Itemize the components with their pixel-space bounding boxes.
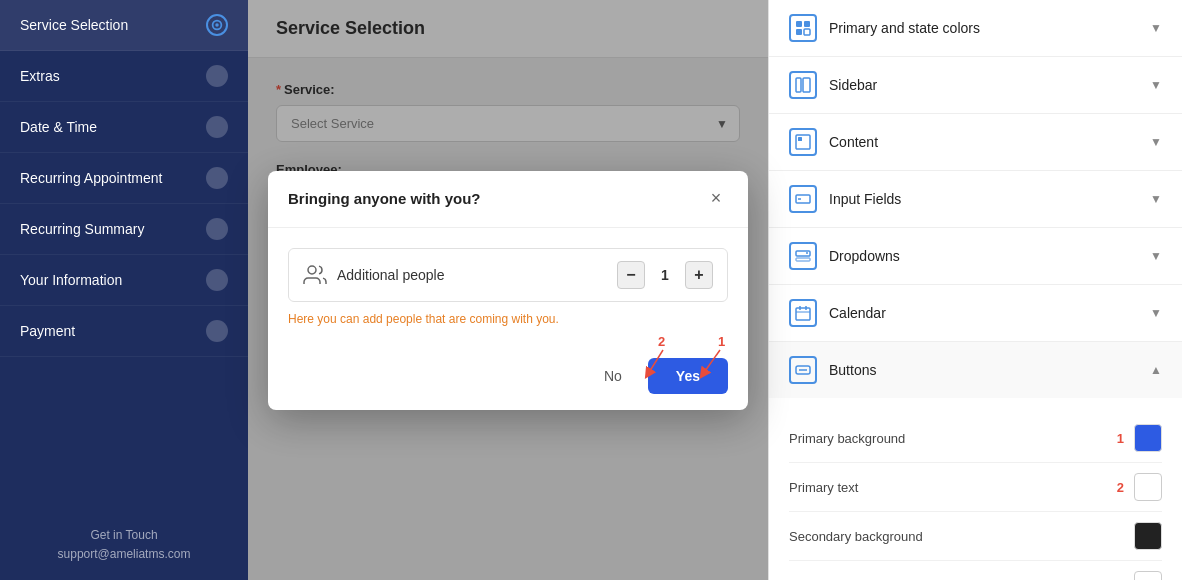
right-section-primary-colors: Primary and state colors ▼ xyxy=(769,0,1182,57)
input-fields-section-title: Input Fields xyxy=(829,191,901,207)
secondary-background-label: Secondary background xyxy=(789,529,923,544)
content-section-header[interactable]: Content ▼ xyxy=(769,114,1182,170)
modal-yes-button[interactable]: Yes xyxy=(648,358,728,394)
sidebar-dot-extras xyxy=(206,65,228,87)
svg-point-2 xyxy=(308,266,316,274)
right-section-buttons: Buttons ▲ Primary background 1 Primary t… xyxy=(769,342,1182,580)
svg-rect-13 xyxy=(796,135,810,149)
primary-text-row: Primary text 2 xyxy=(789,463,1162,512)
sidebar-dot-recurring-summary xyxy=(206,218,228,240)
calendar-section-title: Calendar xyxy=(829,305,886,321)
secondary-text-swatch[interactable] xyxy=(1134,571,1162,580)
right-section-dropdowns: Dropdowns ▼ xyxy=(769,228,1182,285)
primary-text-swatch[interactable] xyxy=(1134,473,1162,501)
secondary-background-swatch[interactable] xyxy=(1134,522,1162,550)
dropdowns-section-title: Dropdowns xyxy=(829,248,900,264)
svg-rect-12 xyxy=(803,78,810,92)
input-fields-section-chevron-icon: ▼ xyxy=(1150,192,1162,206)
dropdowns-section-chevron-icon: ▼ xyxy=(1150,249,1162,263)
right-section-content: Content ▼ xyxy=(769,114,1182,171)
modal-body: Additional people − 1 + Here you can add… xyxy=(268,228,748,346)
sidebar-dot-service-selection xyxy=(206,14,228,36)
additional-people-label: Additional people xyxy=(337,267,444,283)
content-section-title: Content xyxy=(829,134,878,150)
primary-background-swatch[interactable] xyxy=(1134,424,1162,452)
primary-colors-icon xyxy=(789,14,817,42)
sidebar-item-payment[interactable]: Payment xyxy=(0,306,248,357)
svg-rect-7 xyxy=(796,21,802,27)
stepper: − 1 + xyxy=(617,261,713,289)
buttons-section-title: Buttons xyxy=(829,362,876,378)
input-fields-section-header[interactable]: Input Fields ▼ xyxy=(769,171,1182,227)
sidebar-section-chevron-icon: ▼ xyxy=(1150,78,1162,92)
input-fields-section-icon xyxy=(789,185,817,213)
primary-text-label: Primary text xyxy=(789,480,858,495)
sidebar-item-recurring-summary[interactable]: Recurring Summary xyxy=(0,204,248,255)
modal-title: Bringing anyone with you? xyxy=(288,190,481,207)
sidebar-section-header[interactable]: Sidebar ▼ xyxy=(769,57,1182,113)
buttons-section-icon xyxy=(789,356,817,384)
content-section-chevron-icon: ▼ xyxy=(1150,135,1162,149)
modal-hint: Here you can add people that are coming … xyxy=(288,312,728,326)
primary-colors-header[interactable]: Primary and state colors ▼ xyxy=(769,0,1182,56)
svg-rect-14 xyxy=(798,137,802,141)
sidebar-dot-your-information xyxy=(206,269,228,291)
sidebar-item-date-time[interactable]: Date & Time xyxy=(0,102,248,153)
calendar-section-icon xyxy=(789,299,817,327)
sidebar-footer: Get in Touch support@ameliatms.com xyxy=(0,510,248,580)
buttons-section-chevron-icon: ▲ xyxy=(1150,363,1162,377)
calendar-section-header[interactable]: Calendar ▼ xyxy=(769,285,1182,341)
service-panel: Service Selection * Service: Select Serv… xyxy=(248,0,768,580)
primary-background-label: Primary background xyxy=(789,431,905,446)
right-section-input-fields: Input Fields ▼ xyxy=(769,171,1182,228)
secondary-background-row: Secondary background xyxy=(789,512,1162,561)
primary-colors-title: Primary and state colors xyxy=(829,20,980,36)
sidebar-dot-recurring-appointment xyxy=(206,167,228,189)
modal-overlay: Bringing anyone with you? × Addition xyxy=(248,0,768,580)
sidebar-item-service-selection[interactable]: Service Selection xyxy=(0,0,248,51)
svg-rect-18 xyxy=(796,258,810,261)
primary-colors-chevron-icon: ▼ xyxy=(1150,21,1162,35)
svg-rect-20 xyxy=(796,308,810,320)
sidebar-item-your-information[interactable]: Your Information xyxy=(0,255,248,306)
svg-rect-10 xyxy=(804,29,810,35)
sidebar-item-recurring-appointment[interactable]: Recurring Appointment xyxy=(0,153,248,204)
right-panel: Primary and state colors ▼ Sidebar ▼ xyxy=(768,0,1182,580)
sidebar-section-title: Sidebar xyxy=(829,77,877,93)
right-section-calendar: Calendar ▼ xyxy=(769,285,1182,342)
stepper-increment-button[interactable]: + xyxy=(685,261,713,289)
people-icon xyxy=(303,263,327,287)
dropdowns-section-header[interactable]: Dropdowns ▼ xyxy=(769,228,1182,284)
sidebar-dot-date-time xyxy=(206,116,228,138)
secondary-text-row: Secondary text xyxy=(789,561,1162,580)
modal: Bringing anyone with you? × Addition xyxy=(268,171,748,410)
modal-footer: 2 1 No Yes xyxy=(268,346,748,410)
buttons-color-section: Primary background 1 Primary text 2 Seco… xyxy=(769,398,1182,580)
stepper-decrement-button[interactable]: − xyxy=(617,261,645,289)
modal-close-button[interactable]: × xyxy=(704,187,728,211)
sidebar-item-extras[interactable]: Extras xyxy=(0,51,248,102)
stepper-value: 1 xyxy=(657,267,673,283)
modal-no-button[interactable]: No xyxy=(590,360,636,392)
content-section-icon xyxy=(789,128,817,156)
svg-point-1 xyxy=(215,23,219,27)
primary-text-num: 2 xyxy=(1117,480,1124,495)
modal-header: Bringing anyone with you? × xyxy=(268,171,748,228)
main-area: Service Selection * Service: Select Serv… xyxy=(248,0,1182,580)
dropdowns-section-icon xyxy=(789,242,817,270)
people-row: Additional people − 1 + xyxy=(288,248,728,302)
svg-rect-8 xyxy=(804,21,810,27)
sidebar-section-icon xyxy=(789,71,817,99)
right-section-sidebar: Sidebar ▼ xyxy=(769,57,1182,114)
buttons-section-header[interactable]: Buttons ▲ xyxy=(769,342,1182,398)
sidebar-dot-payment xyxy=(206,320,228,342)
svg-rect-9 xyxy=(796,29,802,35)
sidebar: Service Selection Extras Date & Time Rec… xyxy=(0,0,248,580)
primary-background-num: 1 xyxy=(1117,431,1124,446)
primary-background-row: Primary background 1 xyxy=(789,414,1162,463)
calendar-section-chevron-icon: ▼ xyxy=(1150,306,1162,320)
svg-rect-11 xyxy=(796,78,801,92)
